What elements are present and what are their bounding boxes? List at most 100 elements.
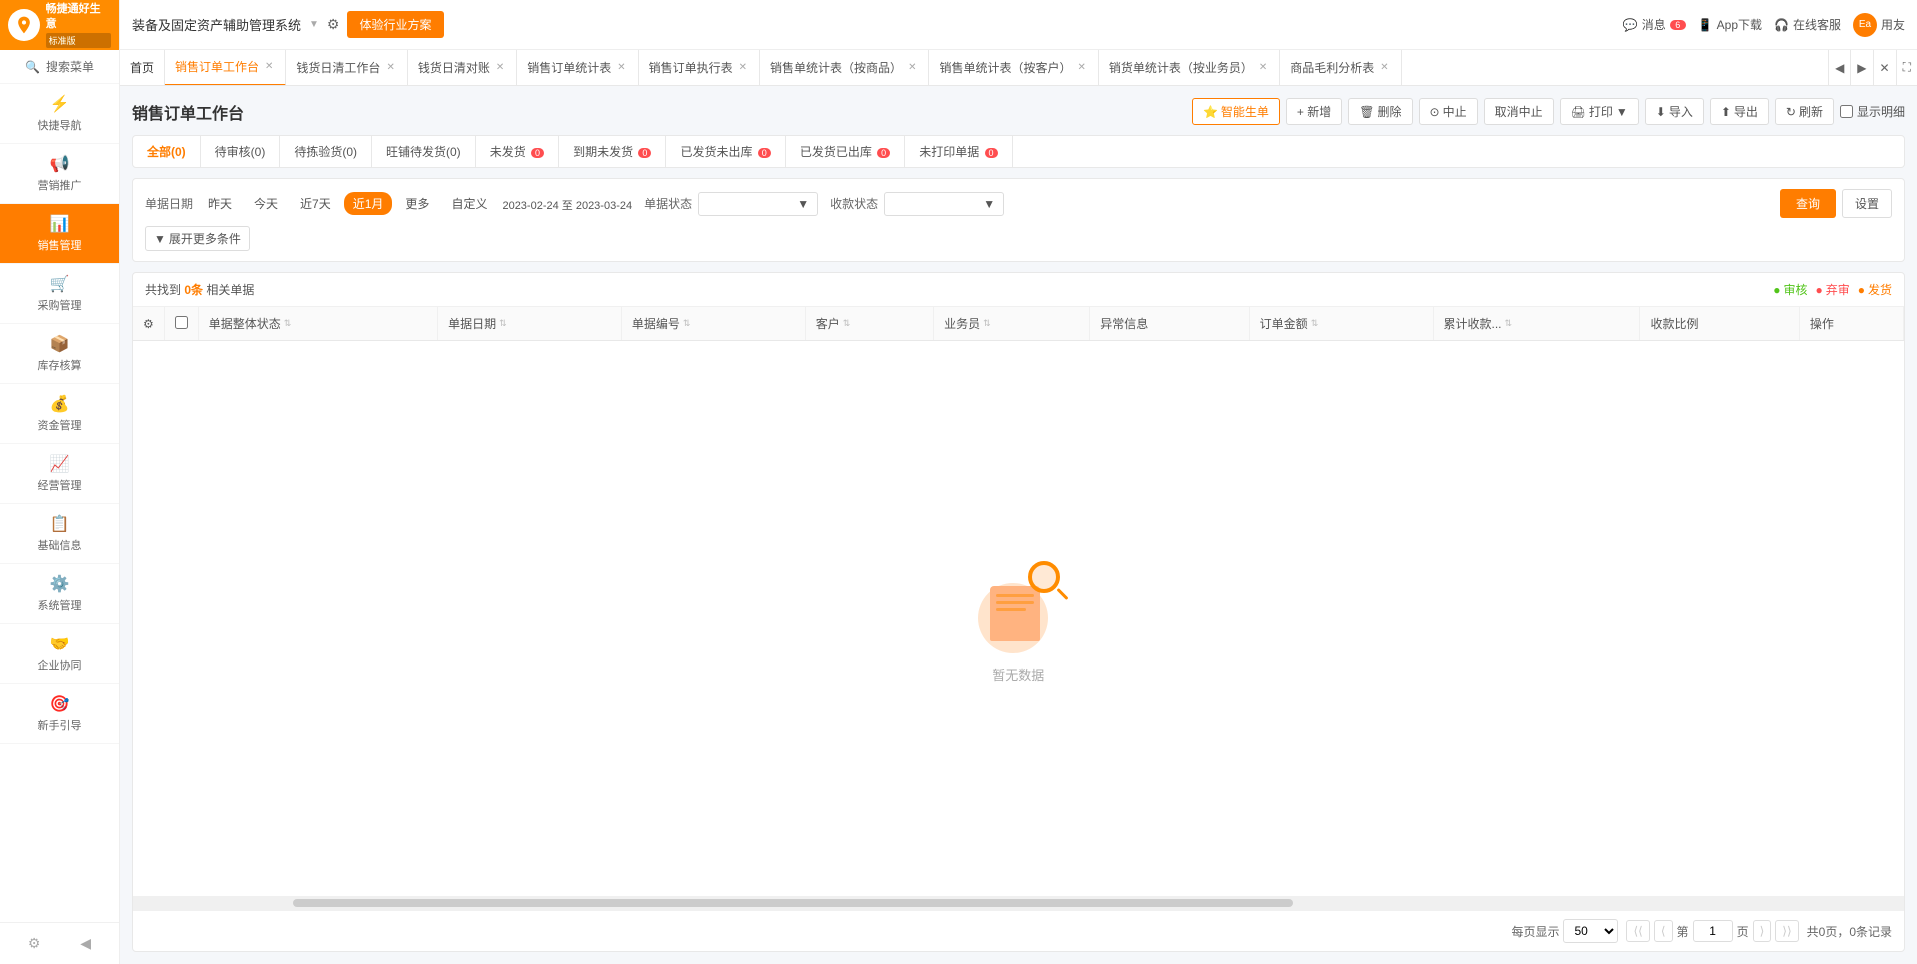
tab-sales-close-icon[interactable]: ✕ xyxy=(263,60,275,73)
tab-expand-btn[interactable]: ⛶ xyxy=(1896,50,1917,86)
sub-tab-pending-review[interactable]: 待审核(0) xyxy=(201,136,281,167)
sidebar-item-enterprise[interactable]: 🤝 企业协同 xyxy=(0,624,119,684)
tab-sales-stats-customer[interactable]: 销售单统计表（按客户） ✕ xyxy=(929,50,1098,86)
status-select[interactable]: ▼ xyxy=(698,192,818,216)
new-btn[interactable]: + 新增 xyxy=(1286,98,1342,125)
expand-filter-btn[interactable]: ▼ 展开更多条件 xyxy=(145,226,250,251)
date-pill-7days[interactable]: 近7天 xyxy=(291,192,340,215)
sort-staff[interactable]: 业务员 ⇅ xyxy=(944,315,1079,332)
tab-sales-stats-staff-close-icon[interactable]: ✕ xyxy=(1257,61,1269,74)
sub-tab-overdue[interactable]: 到期未发货 0 xyxy=(559,136,666,167)
sidebar-item-inventory[interactable]: 📦 库存核算 xyxy=(0,324,119,384)
sidebar-item-search[interactable]: 🔍 搜索菜单 xyxy=(0,50,119,84)
sidebar-item-basic-info[interactable]: 📋 基础信息 xyxy=(0,504,119,564)
filter-settings-btn[interactable]: 设置 xyxy=(1842,189,1892,218)
tab-sales-stats[interactable]: 销售订单统计表 ✕ xyxy=(517,50,638,86)
tab-cash-reconcile[interactable]: 钱货日清对账 ✕ xyxy=(408,50,517,86)
cancel-stop-btn[interactable]: 取消中止 xyxy=(1484,98,1554,125)
ship-label: 发货 xyxy=(1868,281,1892,298)
refresh-btn[interactable]: ↻ 刷新 xyxy=(1775,98,1834,125)
topbar-settings-icon[interactable]: ⚙ xyxy=(327,16,340,33)
sub-tab-all[interactable]: 全部(0) xyxy=(133,136,201,167)
sidebar-settings-btn[interactable]: ⚙ xyxy=(24,931,45,956)
stop-btn[interactable]: ⊙ 中止 xyxy=(1419,98,1478,125)
tab-sales-exec-close-icon[interactable]: ✕ xyxy=(737,61,749,74)
sidebar-collapse-btn[interactable]: ◀ xyxy=(76,931,95,956)
tab-prev-btn[interactable]: ◀ xyxy=(1828,50,1850,86)
service-action[interactable]: 🎧 在线客服 xyxy=(1774,16,1841,33)
prev-page-btn[interactable]: ⟨ xyxy=(1654,920,1673,942)
last-page-btn[interactable]: ⟩⟩ xyxy=(1775,920,1798,942)
user-action[interactable]: Ea 用友 xyxy=(1853,13,1905,37)
per-page-dropdown[interactable]: 10 20 50 100 xyxy=(1563,919,1618,943)
export-btn[interactable]: ⬆ 导出 xyxy=(1710,98,1769,125)
tab-sales-stats-product-close-icon[interactable]: ✕ xyxy=(906,61,918,74)
sidebar-item-operations[interactable]: 📈 经营管理 xyxy=(0,444,119,504)
tab-sales-stats-close-icon[interactable]: ✕ xyxy=(615,61,627,74)
print-btn[interactable]: 🖨 打印 ▼ xyxy=(1560,98,1639,125)
sort-customer[interactable]: 客户 ⇅ xyxy=(816,315,923,332)
sub-tab-not-shipped[interactable]: 未发货 0 xyxy=(476,136,559,167)
sidebar-item-purchase[interactable]: 🛒 采购管理 xyxy=(0,264,119,324)
sort-number[interactable]: 单据编号 ⇅ xyxy=(632,315,795,332)
next-page-btn[interactable]: ⟩ xyxy=(1753,920,1772,942)
date-pill-yesterday[interactable]: 昨天 xyxy=(199,192,241,215)
show-detail-label[interactable]: 显示明细 xyxy=(1840,103,1905,120)
col-settings-icon[interactable]: ⚙ xyxy=(143,317,154,331)
topbar-dropdown-arrow[interactable]: ▼ xyxy=(309,19,319,30)
sidebar-item-marketing[interactable]: 📢 营销推广 xyxy=(0,144,119,204)
page-input[interactable] xyxy=(1693,920,1733,942)
tab-cash-reconcile-close-icon[interactable]: ✕ xyxy=(494,61,506,74)
first-page-btn[interactable]: ⟨⟨ xyxy=(1626,920,1649,942)
query-btn[interactable]: 查询 xyxy=(1780,189,1836,218)
date-pill-today[interactable]: 今天 xyxy=(245,192,287,215)
tab-sales-stats-customer-close-icon[interactable]: ✕ xyxy=(1075,61,1087,74)
audit-btn[interactable]: ● 审核 xyxy=(1773,281,1807,298)
delete-btn[interactable]: 🗑 删除 xyxy=(1348,98,1412,125)
tab-close-all-btn[interactable]: ✕ xyxy=(1873,50,1896,86)
sidebar-item-sales[interactable]: 📊 销售管理 xyxy=(0,204,119,264)
sidebar-item-guide[interactable]: 🎯 新手引导 xyxy=(0,684,119,744)
date-pill-1month[interactable]: 近1月 xyxy=(344,192,393,215)
tab-sales-stats-product[interactable]: 销售单统计表（按商品） ✕ xyxy=(760,50,929,86)
sub-tab-all-label: 全部(0) xyxy=(147,145,186,159)
app-action[interactable]: 📱 App下载 xyxy=(1698,16,1762,33)
smart-create-btn[interactable]: ⭐ 智能生单 xyxy=(1192,98,1280,125)
show-detail-checkbox[interactable] xyxy=(1840,105,1853,118)
horizontal-scrollbar[interactable] xyxy=(133,896,1904,910)
sub-tab-not-printed[interactable]: 未打印单据 0 xyxy=(905,136,1012,167)
sidebar-search-label: 搜索菜单 xyxy=(46,58,94,75)
date-pill-more[interactable]: 更多 xyxy=(396,192,438,215)
sub-tab-wang-pending[interactable]: 旺铺待发货(0) xyxy=(372,136,476,167)
sidebar-item-system[interactable]: ⚙️ 系统管理 xyxy=(0,564,119,624)
sub-tab-pending-inspect[interactable]: 待拣验货(0) xyxy=(280,136,372,167)
industry-btn[interactable]: 体验行业方案 xyxy=(347,11,443,38)
payment-select[interactable]: ▼ xyxy=(884,192,1004,216)
tab-home[interactable]: 首页 xyxy=(120,50,165,86)
date-pill-custom[interactable]: 自定义 xyxy=(442,192,496,215)
tab-cash-daily[interactable]: 钱货日清工作台 ✕ xyxy=(286,50,407,86)
sub-tab-shipped-out[interactable]: 已发货已出库 0 xyxy=(786,136,905,167)
sub-tab-shipped-not-out[interactable]: 已发货未出库 0 xyxy=(666,136,785,167)
tab-sales-stats-staff[interactable]: 销货单统计表（按业务员） ✕ xyxy=(1099,50,1280,86)
sort-amount[interactable]: 订单金额 ⇅ xyxy=(1260,315,1423,332)
abandon-audit-btn[interactable]: ● 弃审 xyxy=(1815,281,1849,298)
tab-product-margin[interactable]: 商品毛利分析表 ✕ xyxy=(1280,50,1401,86)
tab-sales-exec[interactable]: 销售订单执行表 ✕ xyxy=(639,50,760,86)
message-action[interactable]: 💬 消息 6 xyxy=(1623,16,1686,33)
tab-product-margin-close-icon[interactable]: ✕ xyxy=(1378,61,1390,74)
sort-date[interactable]: 单据日期 ⇅ xyxy=(448,315,611,332)
logo-icon xyxy=(8,9,40,41)
select-all-checkbox[interactable] xyxy=(175,316,188,329)
sidebar-item-finance[interactable]: 💰 资金管理 xyxy=(0,384,119,444)
tab-cash-daily-close-icon[interactable]: ✕ xyxy=(384,61,396,74)
sort-status[interactable]: 单据整体状态 ⇅ xyxy=(209,315,427,332)
sort-collected[interactable]: 累计收款... ⇅ xyxy=(1444,315,1630,332)
tab-sales-order-workbench[interactable]: 销售订单工作台 ✕ xyxy=(165,50,286,86)
import-btn[interactable]: ⬇ 导入 xyxy=(1645,98,1704,125)
scrollbar-thumb[interactable] xyxy=(293,899,1293,907)
tab-next-btn[interactable]: ▶ xyxy=(1850,50,1872,86)
filter-bar: 单据日期 昨天 今天 近7天 近1月 更多 自定义 2023-02-24 至 2… xyxy=(132,178,1905,262)
sidebar-item-quick-nav[interactable]: ⚡ 快捷导航 xyxy=(0,84,119,144)
ship-btn[interactable]: ● 发货 xyxy=(1858,281,1892,298)
